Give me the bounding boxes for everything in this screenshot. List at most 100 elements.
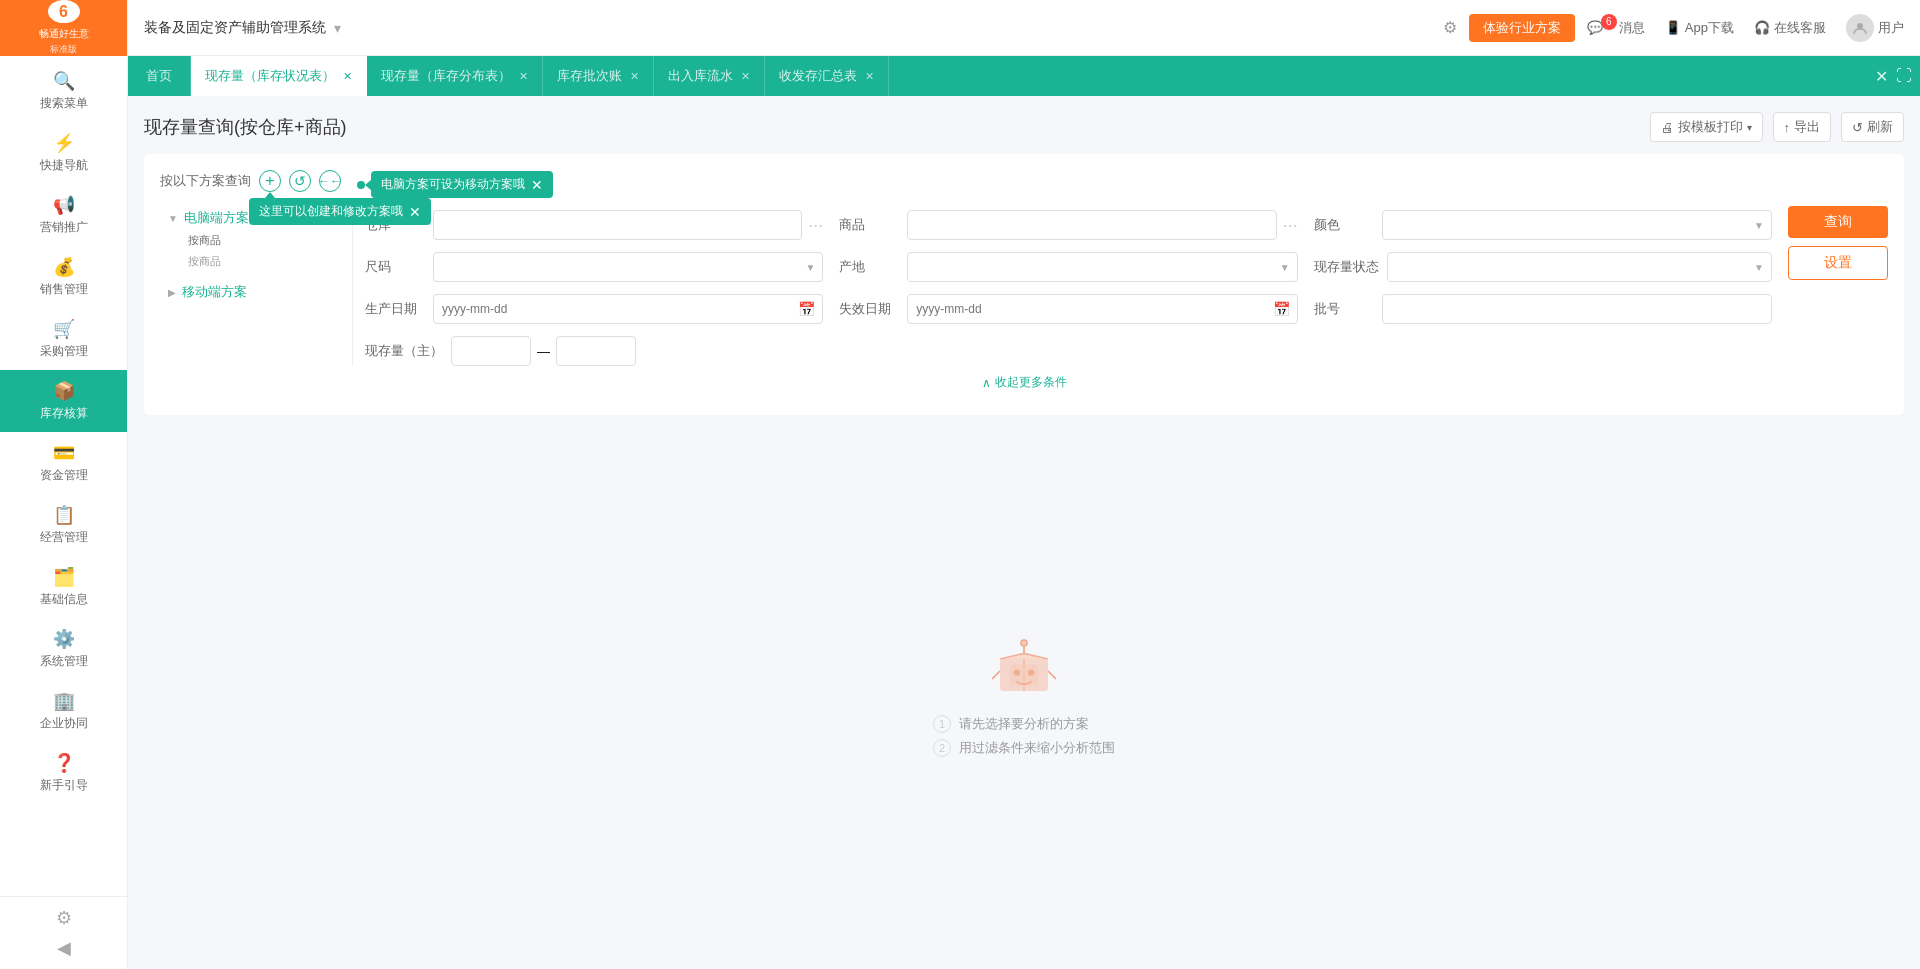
production-date-input[interactable]	[433, 294, 823, 324]
sidebar-item-basic-info[interactable]: 🗂️ 基础信息	[0, 556, 127, 618]
tab-home[interactable]: 首页	[128, 56, 191, 96]
sidebar-collapse-icon[interactable]: ◀	[57, 937, 71, 959]
system-dropdown-arrow[interactable]: ▾	[334, 20, 341, 36]
tab-receive-summary[interactable]: 收发存汇总表 ✕	[765, 56, 889, 96]
sidebar-item-label: 资金管理	[40, 467, 88, 484]
tabbar: 首页 现存量（库存状况表） ✕ 现存量（库存分布表） ✕ 库存批次账 ✕ 出入库…	[128, 56, 1920, 96]
tooltip-scheme-close[interactable]: ✕	[531, 177, 543, 193]
page-header: 现存量查询(按仓库+商品) 🖨 按模板打印 ▾ ↑ 导出 ↺ 刷新	[144, 112, 1904, 142]
sidebar-item-finance[interactable]: 💳 资金管理	[0, 432, 127, 494]
scheme-pc-child-label: 按商品	[188, 233, 221, 248]
tip-text-2: 用过滤条件来缩小分析范围	[959, 739, 1115, 757]
filter-grid-row4: 现存量（主） —	[365, 336, 1772, 366]
template-print-button[interactable]: 🖨 按模板打印 ▾	[1650, 112, 1763, 142]
user-label: 用户	[1878, 19, 1904, 37]
scheme-mobile-label: 移动端方案	[182, 283, 247, 301]
size-select[interactable]	[433, 252, 823, 282]
empty-tips: 1 请先选择要分析的方案 2 用过滤条件来缩小分析范围	[933, 715, 1115, 757]
tab-close-all-icon[interactable]: ✕	[1875, 67, 1888, 86]
avatar	[1846, 14, 1874, 42]
color-select[interactable]	[1382, 210, 1772, 240]
settings-gear-icon[interactable]: ⚙	[1443, 18, 1457, 37]
sidebar-item-system[interactable]: ⚙️ 系统管理	[0, 618, 127, 680]
quick-nav-icon: ⚡	[53, 132, 75, 154]
goods-dots[interactable]: ···	[1283, 215, 1298, 236]
app-download-item[interactable]: 📱 App下载	[1665, 19, 1734, 37]
warehouse-dots[interactable]: ···	[808, 215, 823, 236]
tooltip-create-close[interactable]: ✕	[409, 204, 421, 220]
tooltip-scheme: 电脑方案可设为移动方案哦 ✕	[371, 171, 553, 198]
tooltip-scheme-text: 电脑方案可设为移动方案哦	[381, 176, 525, 193]
sidebar-item-inventory[interactable]: 📦 库存核算	[0, 370, 127, 432]
sidebar-nav: 🔍 搜索菜单 ⚡ 快捷导航 📢 营销推广 💰 销售管理 🛒 采购管理 📦 库存核…	[0, 56, 127, 896]
scheme-pc-child-1[interactable]: 按商品	[188, 230, 332, 251]
svg-line-8	[992, 671, 1000, 679]
inventory-main-to[interactable]	[556, 336, 636, 366]
sidebar-item-search[interactable]: 🔍 搜索菜单	[0, 60, 127, 122]
online-support-label: 在线客服	[1774, 19, 1826, 37]
sidebar-item-operations[interactable]: 📋 经营管理	[0, 494, 127, 556]
tab-batch-ledger[interactable]: 库存批次账 ✕	[543, 56, 654, 96]
sidebar-item-label: 营销推广	[40, 219, 88, 236]
sidebar-bottom: ⚙ ◀	[0, 896, 127, 969]
tab-batch-ledger-close[interactable]: ✕	[630, 70, 639, 83]
filter-size: 尺码	[365, 252, 823, 282]
tab-inventory-dist-close[interactable]: ✕	[519, 70, 528, 83]
scheme-add-button[interactable]: +	[259, 170, 281, 192]
origin-select[interactable]	[907, 252, 1297, 282]
tab-home-label: 首页	[146, 67, 172, 85]
sales-icon: 💰	[53, 256, 75, 278]
refresh-icon: ↺	[1852, 120, 1863, 135]
scheme-refresh-button[interactable]: ↺	[289, 170, 311, 192]
chevron-down-icon: ▾	[1747, 122, 1752, 133]
batch-input[interactable]	[1382, 294, 1772, 324]
tab-inout-flow[interactable]: 出入库流水 ✕	[654, 56, 765, 96]
sidebar-item-purchase[interactable]: 🛒 采购管理	[0, 308, 127, 370]
inventory-main-from[interactable]	[451, 336, 531, 366]
empty-tip-1: 1 请先选择要分析的方案	[933, 715, 1115, 733]
tab-inout-flow-label: 出入库流水	[668, 67, 733, 85]
svg-point-5	[1028, 669, 1034, 675]
origin-select-wrap	[907, 252, 1297, 282]
settings-button[interactable]: 设置	[1788, 246, 1888, 280]
trial-button[interactable]: 体验行业方案	[1469, 14, 1575, 42]
refresh-button[interactable]: ↺ 刷新	[1841, 112, 1904, 142]
svg-line-9	[1048, 671, 1056, 679]
tab-inventory-status-close[interactable]: ✕	[343, 70, 352, 83]
user-item[interactable]: 用户	[1846, 14, 1904, 42]
tab-receive-summary-label: 收发存汇总表	[779, 67, 857, 85]
sidebar-settings-icon[interactable]: ⚙	[56, 907, 72, 929]
goods-input[interactable]	[907, 210, 1276, 240]
production-date-calendar-icon[interactable]: 📅	[798, 301, 815, 317]
sidebar-item-marketing[interactable]: 📢 营销推广	[0, 184, 127, 246]
expiry-date-input[interactable]	[907, 294, 1297, 324]
inventory-status-select[interactable]	[1387, 252, 1772, 282]
search-button[interactable]: 查询	[1788, 206, 1888, 238]
scheme-pc-label: 电脑端方案	[184, 209, 249, 227]
tab-inventory-dist[interactable]: 现存量（库存分布表） ✕	[367, 56, 543, 96]
scheme-pc-child-2[interactable]: 按商品	[188, 251, 332, 272]
collapse-bar[interactable]: ∧ 收起更多条件	[160, 366, 1888, 399]
sidebar-item-guide[interactable]: ❓ 新手引导	[0, 742, 127, 804]
tab-inventory-status[interactable]: 现存量（库存状况表） ✕	[191, 56, 367, 96]
tabbar-actions: ✕ ⛶	[1875, 67, 1920, 86]
tab-receive-summary-close[interactable]: ✕	[865, 70, 874, 83]
production-date-label: 生产日期	[365, 300, 425, 318]
sidebar-item-sales[interactable]: 💰 销售管理	[0, 246, 127, 308]
tab-expand-icon[interactable]: ⛶	[1896, 67, 1912, 85]
tab-inout-flow-close[interactable]: ✕	[741, 70, 750, 83]
sidebar-item-label: 新手引导	[40, 777, 88, 794]
sidebar-item-quick-nav[interactable]: ⚡ 快捷导航	[0, 122, 127, 184]
export-button[interactable]: ↑ 导出	[1773, 112, 1832, 142]
range-dash: —	[537, 344, 550, 359]
sidebar-item-enterprise[interactable]: 🏢 企业协同	[0, 680, 127, 742]
expiry-date-calendar-icon[interactable]: 📅	[1273, 301, 1290, 317]
scheme-mobile-item[interactable]: ▶ 移动端方案	[168, 280, 332, 304]
scheme-back-button[interactable]: ←←	[319, 170, 341, 192]
online-support-item[interactable]: 🎧 在线客服	[1754, 19, 1826, 37]
inventory-range: —	[451, 336, 823, 366]
origin-label: 产地	[839, 258, 899, 276]
filter-fields: 仓库 ··· 商品	[365, 206, 1772, 366]
message-item[interactable]: 💬 6 消息	[1587, 19, 1645, 37]
warehouse-input[interactable]	[433, 210, 802, 240]
